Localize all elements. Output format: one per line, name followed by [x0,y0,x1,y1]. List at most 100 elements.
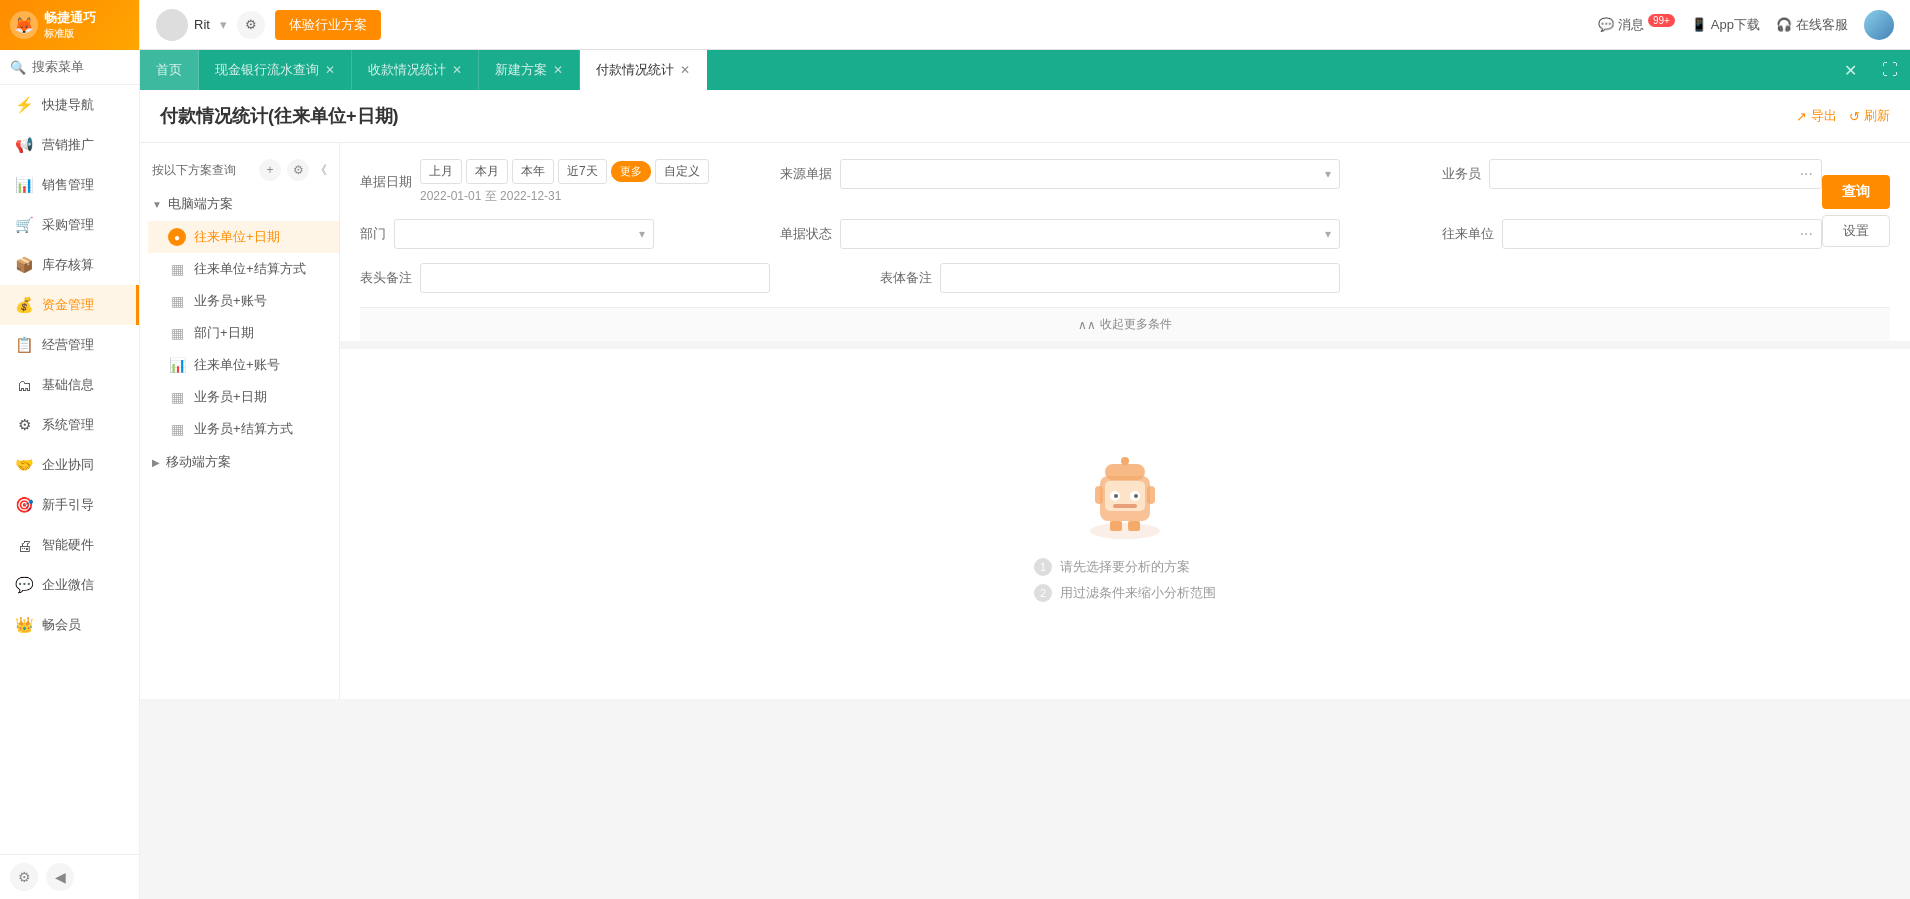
sidebar-item-label: 采购管理 [42,216,94,234]
scheme-category-header-mobile[interactable]: ▶ 移动端方案 [140,445,339,479]
scheme-panel-header: 按以下方案查询 + ⚙ 《 [140,153,339,187]
tab-new-scheme[interactable]: 新建方案 ✕ [479,50,580,90]
settings-btn[interactable]: ⚙ [237,11,265,39]
tab-payment-stat[interactable]: 付款情况统计 ✕ [580,50,707,90]
status-select[interactable]: ▾ [840,219,1340,249]
operation-icon: 📋 [14,335,34,355]
message-action[interactable]: 💬 消息 99+ [1598,16,1675,34]
app-download-action[interactable]: 📱 App下载 [1691,16,1760,34]
try-industry-btn[interactable]: 体验行业方案 [275,10,381,40]
scheme-panel-title: 按以下方案查询 [152,162,236,179]
scheme-item-dept-date[interactable]: ▦ 部门+日期 [148,317,339,349]
hardware-icon: 🖨 [14,535,34,555]
online-service-action[interactable]: 🎧 在线客服 [1776,16,1848,34]
scheme-item-label: 业务员+日期 [194,388,267,406]
page-header: 付款情况统计(往来单位+日期) ↗ 导出 ↺ 刷新 [140,90,1910,143]
chevron-down-icon[interactable]: ▾ [220,17,227,32]
scheme-category-label: 移动端方案 [166,453,231,471]
sidebar-item-sales[interactable]: 📊 销售管理 [0,165,139,205]
sidebar-item-wechat[interactable]: 💬 企业微信 [0,565,139,605]
sidebar-settings-btn[interactable]: ⚙ [10,863,38,891]
query-btn[interactable]: 查询 [1822,175,1890,209]
sidebar-item-operation[interactable]: 📋 经营管理 [0,325,139,365]
header-note-input[interactable] [420,263,770,293]
scheme-item-staff-settle[interactable]: ▦ 业务员+结算方式 [148,413,339,445]
collapse-bar[interactable]: ∧∧ 收起更多条件 [360,307,1890,341]
partner-dots-icon[interactable]: ··· [1800,225,1813,243]
svg-point-6 [1134,494,1138,498]
scheme-item-table-icon: ▦ [168,260,186,278]
tab-payment-stat-close[interactable]: ✕ [680,63,690,77]
system-icon: ⚙ [14,415,34,435]
tab-home[interactable]: 首页 [140,50,199,90]
sidebar-item-purchase[interactable]: 🛒 采购管理 [0,205,139,245]
tab-receivable-close[interactable]: ✕ [452,63,462,77]
scheme-settings-btn[interactable]: ⚙ [287,159,309,181]
scheme-item-staff-date[interactable]: ▦ 业务员+日期 [148,381,339,413]
date-btn-last-month[interactable]: 上月 [420,159,462,184]
export-btn[interactable]: ↗ 导出 [1796,107,1837,125]
date-btn-custom[interactable]: 自定义 [655,159,709,184]
sidebar-item-guide[interactable]: 🎯 新手引导 [0,485,139,525]
sidebar-item-capital[interactable]: 💰 资金管理 [0,285,139,325]
sidebar-item-quick-nav[interactable]: ⚡ 快捷导航 [0,85,139,125]
sidebar-item-enterprise[interactable]: 🤝 企业协同 [0,445,139,485]
staff-dots-icon[interactable]: ··· [1800,165,1813,183]
scheme-item-active-icon: ● [168,228,186,246]
svg-point-13 [1121,457,1129,465]
sidebar-collapse-btn[interactable]: ◀ [46,863,74,891]
refresh-icon: ↺ [1849,109,1860,124]
sidebar-item-label: 企业协同 [42,456,94,474]
top-user-avatar[interactable] [1864,10,1894,40]
svg-point-0 [1090,523,1160,539]
sidebar-item-label: 资金管理 [42,296,94,314]
scheme-item-partner-settle[interactable]: ▦ 往来单位+结算方式 [148,253,339,285]
tab-receivable[interactable]: 收款情况统计 ✕ [352,50,479,90]
source-select[interactable]: ▾ [840,159,1340,189]
source-label: 来源单据 [780,165,832,183]
staff-select[interactable]: ··· [1489,159,1822,189]
sidebar-item-basic[interactable]: 🗂 基础信息 [0,365,139,405]
empty-state: 1 请先选择要分析的方案 2 用过滤条件来缩小分析范围 [1014,386,1236,662]
dept-select[interactable]: ▾ [394,219,654,249]
online-service-label: 在线客服 [1796,16,1848,34]
sidebar-item-label: 智能硬件 [42,536,94,554]
sidebar-item-system[interactable]: ⚙ 系统管理 [0,405,139,445]
body-note-input[interactable] [940,263,1340,293]
add-scheme-btn[interactable]: + [259,159,281,181]
scheme-item-partner-account[interactable]: 📊 往来单位+账号 [148,349,339,381]
tab-bar-actions: ✕ ⛶ [1830,50,1910,90]
filter-settings-btn[interactable]: 设置 [1822,215,1890,247]
filter-row-2: 部门 ▾ 单据状态 [360,219,1822,249]
tab-bank-flow-close[interactable]: ✕ [325,63,335,77]
app-download-icon: 📱 [1691,17,1707,32]
scheme-category-header-desktop[interactable]: ▼ 电脑端方案 [140,187,339,221]
scheme-item-staff-account[interactable]: ▦ 业务员+账号 [148,285,339,317]
tab-fullscreen-btn[interactable]: ⛶ [1870,50,1910,90]
search-menu[interactable]: 🔍 搜索菜单 [0,50,139,85]
partner-select[interactable]: ··· [1502,219,1822,249]
sidebar-item-member[interactable]: 👑 畅会员 [0,605,139,645]
sidebar-item-inventory[interactable]: 📦 库存核算 [0,245,139,285]
tab-new-scheme-close[interactable]: ✕ [553,63,563,77]
date-btn-this-month[interactable]: 本月 [466,159,508,184]
tip-text-2: 用过滤条件来缩小分析范围 [1060,584,1216,602]
guide-icon: 🎯 [14,495,34,515]
date-btn-7days[interactable]: 近7天 [558,159,607,184]
member-icon: 👑 [14,615,34,635]
tab-home-label: 首页 [156,61,182,79]
sidebar-nav: ⚡ 快捷导航 📢 营销推广 📊 销售管理 🛒 采购管理 📦 库存核算 💰 [0,85,139,854]
tab-close-all-btn[interactable]: ✕ [1830,50,1870,90]
tab-bar: 首页 现金银行流水查询 ✕ 收款情况统计 ✕ 新建方案 ✕ 付款情况统计 ✕ ✕… [140,50,1910,90]
scheme-items-desktop: ● 往来单位+日期 ▦ 往来单位+结算方式 ▦ 业务员+账号 [140,221,339,445]
sidebar-item-marketing[interactable]: 📢 营销推广 [0,125,139,165]
scheme-collapse-btn[interactable]: 《 [315,162,327,179]
date-btn-this-year[interactable]: 本年 [512,159,554,184]
sidebar-item-label: 畅会员 [42,616,81,634]
scheme-item-partner-date[interactable]: ● 往来单位+日期 [148,221,339,253]
date-btn-more[interactable]: 更多 [611,161,651,182]
sidebar-item-hardware[interactable]: 🖨 智能硬件 [0,525,139,565]
scheme-item-table-icon: ▦ [168,324,186,342]
refresh-btn[interactable]: ↺ 刷新 [1849,107,1890,125]
tab-bank-flow[interactable]: 现金银行流水查询 ✕ [199,50,352,90]
